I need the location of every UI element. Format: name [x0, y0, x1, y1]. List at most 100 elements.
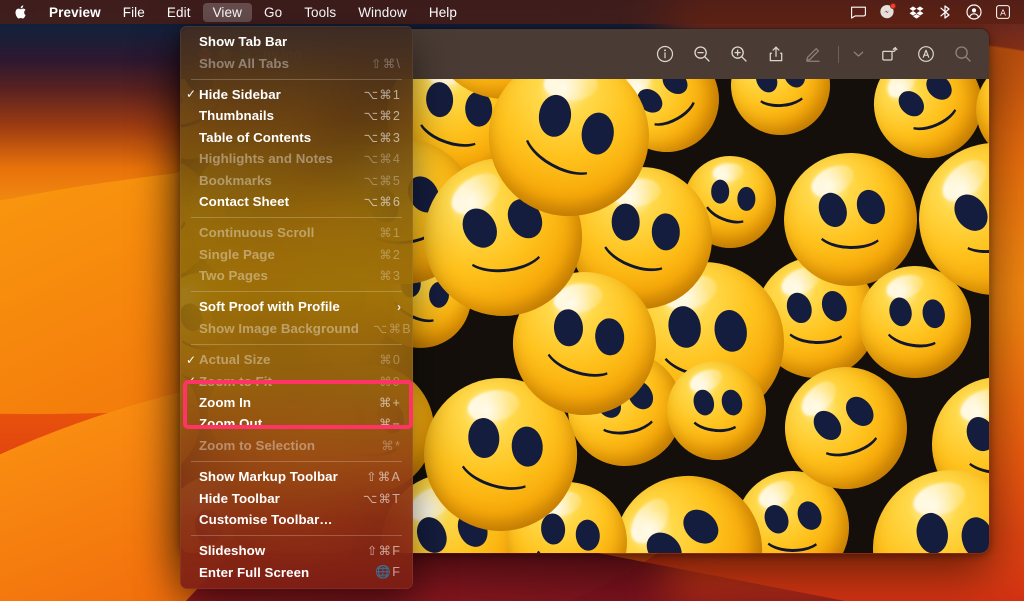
menu-item-shortcut: ⌥⌘B	[373, 321, 412, 336]
menu-item-label: Enter Full Screen	[199, 565, 361, 580]
menu-item-label: Slideshow	[199, 543, 353, 558]
ball-highlight	[466, 386, 523, 426]
view-dropdown-menu[interactable]: Show Tab BarShow All Tabs⇧⌘\✓Hide Sideba…	[180, 26, 413, 589]
window-toolbar	[653, 42, 975, 66]
menu-item-zoom-in[interactable]: Zoom In ⌘+	[180, 392, 413, 413]
menu-item-label: Zoom In	[199, 395, 365, 410]
menu-item-label: Continuous Scroll	[199, 225, 365, 240]
menu-item-label: Hide Toolbar	[199, 491, 349, 506]
toolbar-separator	[838, 46, 839, 63]
menu-bar-items: Preview File Edit View Go Tools Window H…	[0, 0, 468, 24]
bluetooth-icon[interactable]	[932, 1, 958, 23]
checkmark-icon: ✓	[186, 375, 199, 387]
menu-item-label: Zoom to Selection	[199, 438, 367, 453]
menu-separator	[191, 217, 402, 218]
ball-mouth	[461, 222, 548, 276]
input-source-icon[interactable]: A	[990, 1, 1016, 23]
ball-mouth	[755, 79, 808, 109]
annotate-button[interactable]	[914, 42, 938, 66]
menu-separator	[191, 344, 402, 345]
menu-item-soft-proof-with-profile[interactable]: Soft Proof with Profile›	[180, 296, 413, 317]
control-centre-icon[interactable]	[961, 1, 987, 23]
menu-item-shortcut: ⌘0	[379, 352, 401, 367]
dropbox-icon[interactable]	[903, 1, 929, 23]
menu-item-show-all-tabs: Show All Tabs⇧⌘\	[180, 52, 413, 73]
menu-item-thumbnails[interactable]: Thumbnails ⌥⌘2	[180, 105, 413, 126]
menu-item-show-image-background: Show Image Background⌥⌘B	[180, 318, 413, 339]
menu-item-label: Zoom to Fit	[199, 374, 365, 389]
menu-item-show-tab-bar[interactable]: Show Tab Bar	[180, 31, 413, 52]
menu-item-label: Soft Proof with Profile	[199, 299, 383, 314]
menu-item-shortcut: ⌘9	[379, 374, 401, 389]
ball-mouth	[964, 436, 989, 475]
menu-item-zoom-to-selection: Zoom to Selection ⌘*	[180, 435, 413, 456]
macos-menu-bar: Preview File Edit View Go Tools Window H…	[0, 0, 1024, 24]
menu-item-label: Single Page	[199, 247, 365, 262]
menu-tools[interactable]: Tools	[294, 3, 346, 22]
rotate-button[interactable]	[877, 42, 901, 66]
menu-item-shortcut: ⌥⌘T	[363, 491, 401, 506]
menu-item-enter-full-screen[interactable]: Enter Full Screen🌐F	[180, 562, 413, 583]
info-button[interactable]	[653, 42, 677, 66]
menu-item-label: Contact Sheet	[199, 194, 350, 209]
menu-item-contact-sheet[interactable]: Contact Sheet⌥⌘6	[180, 191, 413, 212]
menu-bar-status-icons: A	[845, 0, 1024, 24]
menu-item-label: Bookmarks	[199, 173, 350, 188]
menu-item-label: Show Markup Toolbar	[199, 469, 352, 484]
menu-item-label: Actual Size	[199, 352, 365, 367]
menu-item-slideshow[interactable]: Slideshow ⇧⌘F	[180, 540, 413, 561]
share-button[interactable]	[764, 42, 788, 66]
menu-item-label: Customise Toolbar…	[199, 512, 401, 527]
menu-item-label: Thumbnails	[199, 108, 350, 123]
menu-item-shortcut: ⌘+	[379, 395, 401, 410]
chevron-down-icon[interactable]	[852, 42, 864, 66]
menu-item-shortcut: ⌘1	[379, 225, 401, 240]
markup-pen-button[interactable]	[801, 42, 825, 66]
notification-badge	[890, 3, 896, 9]
apple-logo-icon[interactable]	[0, 0, 38, 24]
messenger-icon[interactable]	[874, 1, 900, 23]
menu-item-shortcut: ⌥⌘2	[364, 108, 401, 123]
menu-file[interactable]: File	[113, 3, 155, 22]
menu-item-hide-toolbar[interactable]: Hide Toolbar ⌥⌘T	[180, 487, 413, 508]
menu-item-shortcut: ⇧⌘F	[367, 543, 401, 558]
menu-go[interactable]: Go	[254, 3, 292, 22]
menu-item-label: Zoom Out	[199, 416, 365, 431]
search-button[interactable]	[951, 42, 975, 66]
menu-item-zoom-out[interactable]: Zoom Out⌘−	[180, 413, 413, 434]
ball-mouth	[689, 402, 743, 435]
menu-item-shortcut: ⇧⌘A	[366, 469, 401, 484]
menu-item-actual-size: ✓Actual Size⌘0	[180, 349, 413, 370]
menu-separator	[191, 291, 402, 292]
menu-item-hide-sidebar[interactable]: ✓Hide Sidebar ⌥⌘1	[180, 84, 413, 105]
menu-item-show-markup-toolbar[interactable]: Show Markup Toolbar ⇧⌘A	[180, 466, 413, 487]
menu-item-zoom-to-fit: ✓Zoom to Fit ⌘9	[180, 370, 413, 391]
menu-item-table-of-contents[interactable]: Table of Contents⌥⌘3	[180, 127, 413, 148]
menu-item-shortcut: ⌥⌘3	[364, 130, 401, 145]
svg-text:A: A	[1000, 7, 1006, 17]
menu-window[interactable]: Window	[348, 3, 417, 22]
menu-item-shortcut: ⌥⌘1	[364, 87, 401, 102]
ball-mouth	[415, 534, 490, 554]
zoom-in-button[interactable]	[727, 42, 751, 66]
smiley-ball	[728, 79, 834, 139]
menu-item-continuous-scroll: Continuous Scroll ⌘1	[180, 222, 413, 243]
ball-mouth	[815, 211, 885, 250]
menu-item-two-pages: Two Pages⌘3	[180, 265, 413, 286]
menu-item-shortcut: ⌘*	[381, 438, 401, 453]
menu-separator	[191, 461, 402, 462]
menu-help[interactable]: Help	[419, 3, 467, 22]
menu-item-label: Hide Sidebar	[199, 87, 350, 102]
menu-item-customise-toolbar[interactable]: Customise Toolbar…	[180, 509, 413, 530]
menu-edit[interactable]: Edit	[157, 3, 201, 22]
zoom-out-button[interactable]	[690, 42, 714, 66]
screen-mirroring-icon[interactable]	[845, 1, 871, 23]
checkmark-icon: ✓	[186, 88, 199, 100]
menu-item-single-page: Single Page⌘2	[180, 244, 413, 265]
menu-item-bookmarks: Bookmarks ⌥⌘5	[180, 169, 413, 190]
menu-view[interactable]: View	[203, 3, 252, 22]
menu-item-shortcut: ⌥⌘5	[364, 173, 401, 188]
menu-preview[interactable]: Preview	[39, 3, 111, 22]
menu-item-shortcut: ⌥⌘4	[364, 151, 401, 166]
menu-item-label: Two Pages	[199, 268, 365, 283]
